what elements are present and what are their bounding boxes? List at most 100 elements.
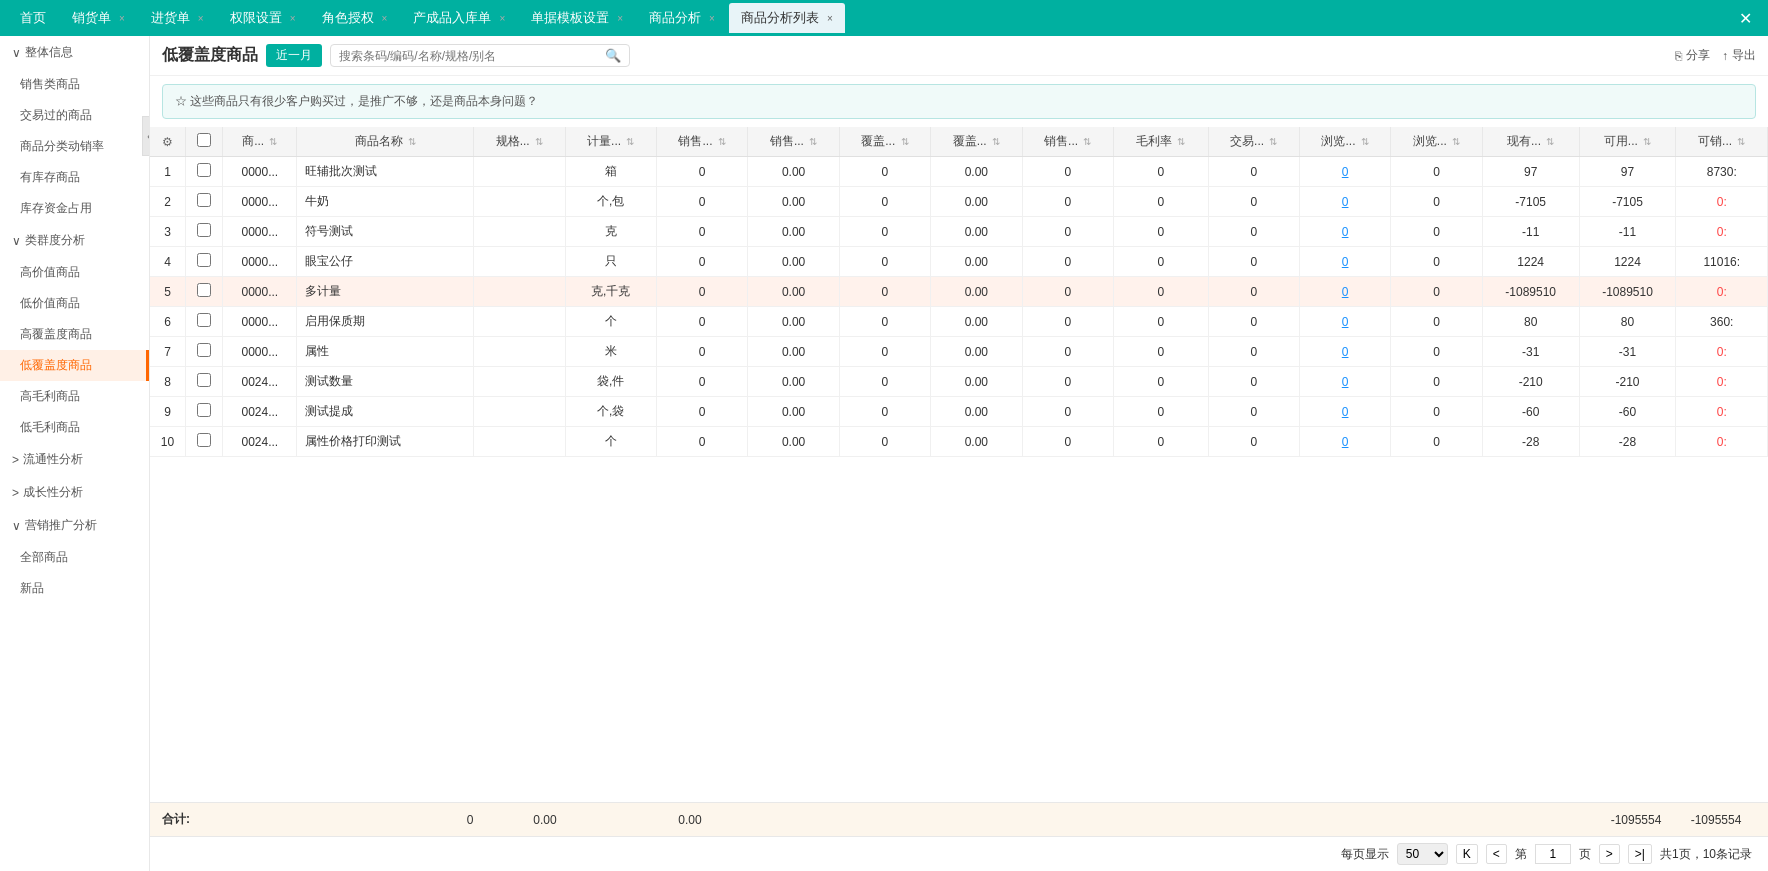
row-coverage2: 0.00 xyxy=(931,217,1022,247)
next-page-button[interactable]: > xyxy=(1599,844,1620,864)
per-page-select[interactable]: 50 100 200 xyxy=(1397,843,1448,865)
spec-column-header[interactable]: 规格... ⇅ xyxy=(474,127,565,157)
coverage1-column-header[interactable]: 覆盖... ⇅ xyxy=(839,127,930,157)
row-select-checkbox[interactable] xyxy=(197,223,211,237)
row-select-checkbox[interactable] xyxy=(197,433,211,447)
row-checkbox[interactable] xyxy=(185,217,222,247)
row-browse1[interactable]: 0 xyxy=(1299,367,1390,397)
close-icon[interactable]: × xyxy=(827,13,833,24)
code-column-header[interactable]: 商... ⇅ xyxy=(223,127,297,157)
sidebar-item-category-rate[interactable]: 商品分类动销率 xyxy=(0,131,149,162)
browse1-column-header[interactable]: 浏览... ⇅ xyxy=(1299,127,1390,157)
search-icon[interactable]: 🔍 xyxy=(605,48,621,63)
select-all-checkbox[interactable] xyxy=(197,133,211,147)
first-page-button[interactable]: K xyxy=(1456,844,1478,864)
close-icon[interactable]: × xyxy=(382,13,388,24)
name-column-header[interactable]: 商品名称 ⇅ xyxy=(297,127,474,157)
unit-column-header[interactable]: 计量... ⇅ xyxy=(565,127,656,157)
sales-amount-column-header[interactable]: 销售... ⇅ xyxy=(748,127,839,157)
row-browse1[interactable]: 0 xyxy=(1299,187,1390,217)
sidebar-collapse-button[interactable]: « xyxy=(142,116,150,156)
close-icon[interactable]: × xyxy=(119,13,125,24)
sidebar-item-sales-goods[interactable]: 销售类商品 xyxy=(0,69,149,100)
close-icon[interactable]: × xyxy=(709,13,715,24)
available-stock-column-header[interactable]: 可用... ⇅ xyxy=(1579,127,1676,157)
sidebar-section-growth[interactable]: > 成长性分析 xyxy=(0,476,149,509)
sidebar-item-high-coverage[interactable]: 高覆盖度商品 xyxy=(0,319,149,350)
search-input[interactable] xyxy=(339,49,601,63)
close-icon[interactable]: × xyxy=(290,13,296,24)
nav-tab-role[interactable]: 角色授权 × xyxy=(310,3,400,33)
row-select-checkbox[interactable] xyxy=(197,313,211,327)
settings-column-header[interactable]: ⚙ xyxy=(150,127,185,157)
row-select-checkbox[interactable] xyxy=(197,283,211,297)
window-close-button[interactable]: ✕ xyxy=(1731,9,1760,28)
nav-tab-home[interactable]: 首页 xyxy=(8,3,58,33)
sidebar-item-high-value[interactable]: 高价值商品 xyxy=(0,257,149,288)
sidebar-section-overview[interactable]: ∨ 整体信息 xyxy=(0,36,149,69)
sidebar-item-high-margin[interactable]: 高毛利商品 xyxy=(0,381,149,412)
row-checkbox[interactable] xyxy=(185,337,222,367)
row-checkbox[interactable] xyxy=(185,367,222,397)
nav-tab-analysis[interactable]: 商品分析 × xyxy=(637,3,727,33)
sidebar-item-traded-goods[interactable]: 交易过的商品 xyxy=(0,100,149,131)
gross-margin-column-header[interactable]: 毛利率 ⇅ xyxy=(1113,127,1208,157)
coverage2-column-header[interactable]: 覆盖... ⇅ xyxy=(931,127,1022,157)
sales-rate-column-header[interactable]: 销售... ⇅ xyxy=(1022,127,1113,157)
nav-tab-purchase[interactable]: 进货单 × xyxy=(139,3,216,33)
nav-tab-permission[interactable]: 权限设置 × xyxy=(218,3,308,33)
sidebar-item-all-goods[interactable]: 全部商品 xyxy=(0,542,149,573)
sidebar-item-low-margin[interactable]: 低毛利商品 xyxy=(0,412,149,443)
sidebar-section-marketing[interactable]: ∨ 营销推广分析 xyxy=(0,509,149,542)
row-browse1[interactable]: 0 xyxy=(1299,247,1390,277)
row-checkbox[interactable] xyxy=(185,277,222,307)
sidebar-section-cluster[interactable]: ∨ 类群度分析 xyxy=(0,224,149,257)
sidebar-item-low-value[interactable]: 低价值商品 xyxy=(0,288,149,319)
row-select-checkbox[interactable] xyxy=(197,163,211,177)
row-select-checkbox[interactable] xyxy=(197,343,211,357)
row-browse1[interactable]: 0 xyxy=(1299,427,1390,457)
row-checkbox[interactable] xyxy=(185,157,222,187)
nav-tab-template[interactable]: 单据模板设置 × xyxy=(519,3,635,33)
saleable-column-header[interactable]: 可销... ⇅ xyxy=(1676,127,1768,157)
row-browse1[interactable]: 0 xyxy=(1299,307,1390,337)
prev-page-button[interactable]: < xyxy=(1486,844,1507,864)
row-select-checkbox[interactable] xyxy=(197,193,211,207)
page-number-input[interactable] xyxy=(1535,844,1571,864)
nav-tab-product-entry[interactable]: 产成品入库单 × xyxy=(401,3,517,33)
close-icon[interactable]: × xyxy=(499,13,505,24)
sidebar-section-circulation[interactable]: > 流通性分析 xyxy=(0,443,149,476)
row-checkbox[interactable] xyxy=(185,397,222,427)
sales-qty-column-header[interactable]: 销售... ⇅ xyxy=(656,127,747,157)
row-checkbox[interactable] xyxy=(185,427,222,457)
row-browse1[interactable]: 0 xyxy=(1299,397,1390,427)
row-browse1[interactable]: 0 xyxy=(1299,277,1390,307)
current-stock-column-header[interactable]: 现有... ⇅ xyxy=(1482,127,1579,157)
browse2-column-header[interactable]: 浏览... ⇅ xyxy=(1391,127,1482,157)
row-select-checkbox[interactable] xyxy=(197,253,211,267)
sidebar-item-new-goods[interactable]: 新品 xyxy=(0,573,149,604)
transaction-column-header[interactable]: 交易... ⇅ xyxy=(1208,127,1299,157)
close-icon[interactable]: × xyxy=(198,13,204,24)
row-checkbox[interactable] xyxy=(185,187,222,217)
row-sales-qty: 0 xyxy=(656,337,747,367)
sidebar-item-stock-capital[interactable]: 库存资金占用 xyxy=(0,193,149,224)
export-button[interactable]: ↑ 导出 xyxy=(1722,47,1756,64)
sidebar-item-in-stock[interactable]: 有库存商品 xyxy=(0,162,149,193)
close-icon[interactable]: × xyxy=(617,13,623,24)
row-browse1[interactable]: 0 xyxy=(1299,337,1390,367)
row-checkbox[interactable] xyxy=(185,247,222,277)
sidebar-item-low-coverage[interactable]: 低覆盖度商品 xyxy=(0,350,149,381)
row-browse1[interactable]: 0 xyxy=(1299,157,1390,187)
nav-tab-sales[interactable]: 销货单 × xyxy=(60,3,137,33)
row-checkbox[interactable] xyxy=(185,307,222,337)
nav-tab-analysis-list[interactable]: 商品分析列表 × xyxy=(729,3,845,33)
row-browse1[interactable]: 0 xyxy=(1299,217,1390,247)
last-page-button[interactable]: >| xyxy=(1628,844,1652,864)
row-select-checkbox[interactable] xyxy=(197,403,211,417)
share-button[interactable]: ⎘ 分享 xyxy=(1675,47,1710,64)
period-button[interactable]: 近一月 xyxy=(266,44,322,67)
data-table: ⚙ 商... ⇅ 商品名称 ⇅ 规格... ⇅ 计量... ⇅ 销售... ⇅ … xyxy=(150,127,1768,457)
row-select-checkbox[interactable] xyxy=(197,373,211,387)
checkbox-column-header[interactable] xyxy=(185,127,222,157)
